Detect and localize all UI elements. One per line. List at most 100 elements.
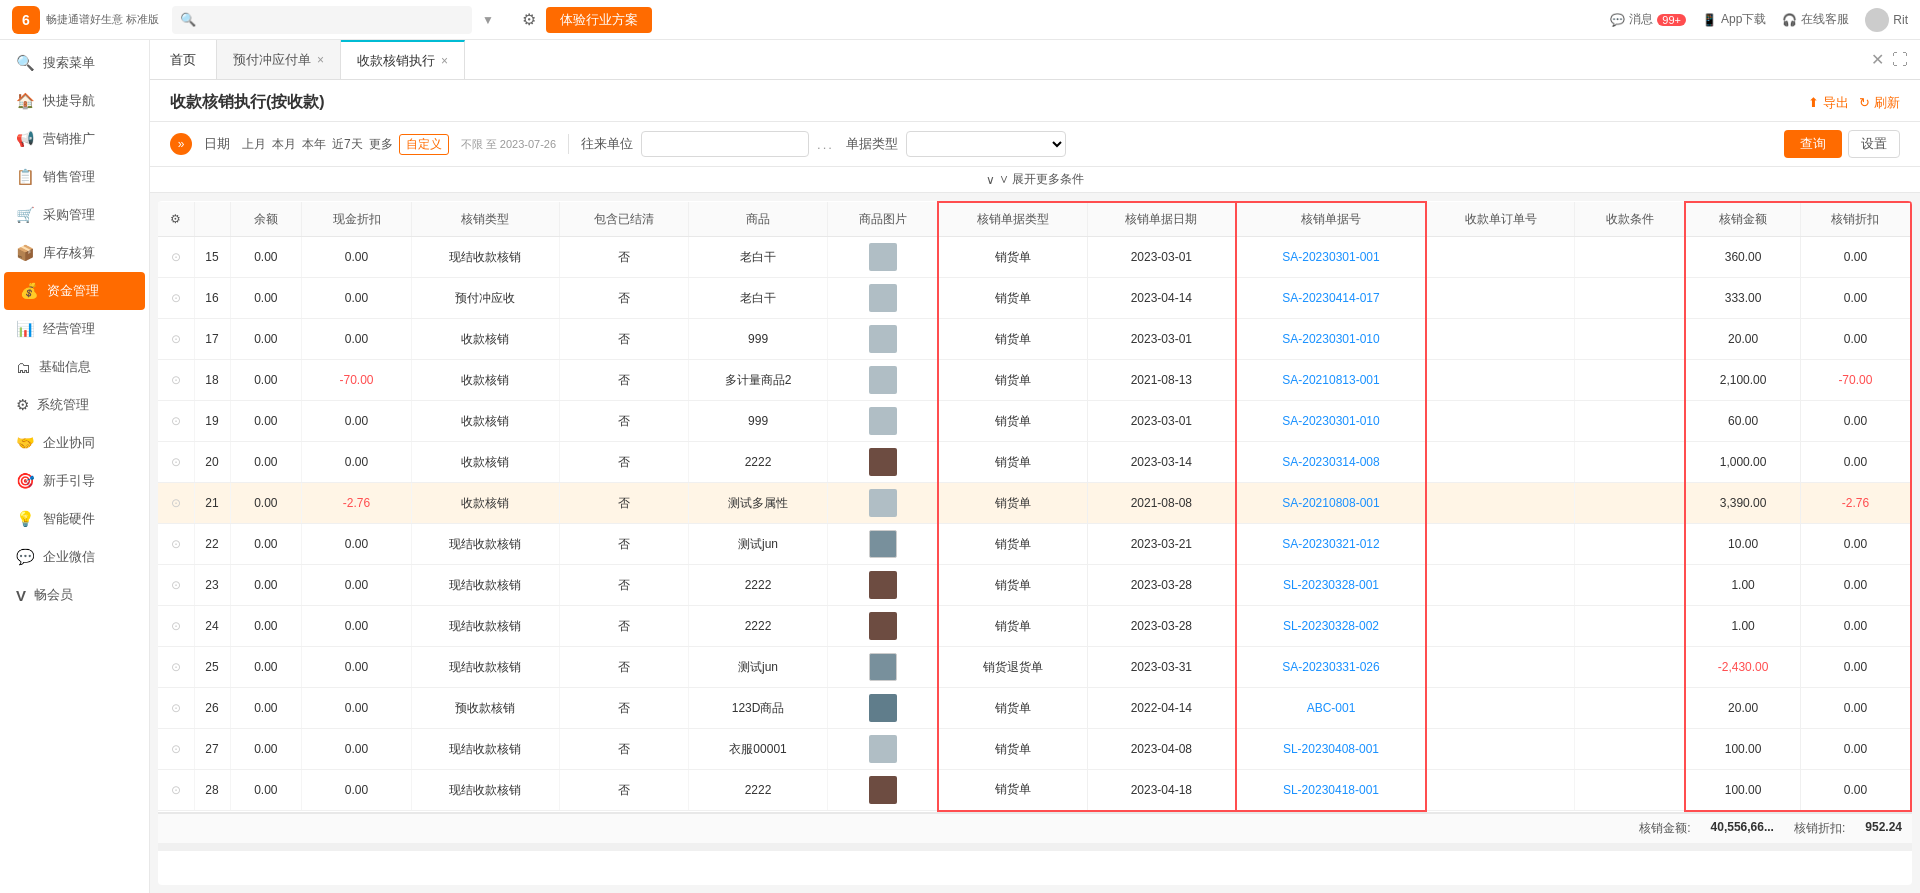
td-verify-bill-no[interactable]: SA-20210808-001 xyxy=(1236,483,1426,524)
td-verify-type: 现结收款核销 xyxy=(411,647,559,688)
maximize-icon[interactable]: ⛶ xyxy=(1892,51,1908,69)
sidebar-item-inventory[interactable]: 📦 库存核算 xyxy=(0,234,149,272)
sidebar-item-system[interactable]: ⚙ 系统管理 xyxy=(0,386,149,424)
tab-prepay-close[interactable]: × xyxy=(317,53,324,67)
sidebar-item-newbie[interactable]: 🎯 新手引导 xyxy=(0,462,149,500)
td-verify-type: 收款核销 xyxy=(411,442,559,483)
search-input[interactable] xyxy=(200,13,464,27)
settings-gear-icon[interactable]: ⚙ xyxy=(522,10,536,29)
sidebar-item-operations[interactable]: 📊 经营管理 xyxy=(0,310,149,348)
td-verify-amount: 20.00 xyxy=(1685,319,1800,360)
sidebar-item-sales[interactable]: 📋 销售管理 xyxy=(0,158,149,196)
verify-bill-no-link[interactable]: SA-20230414-017 xyxy=(1282,291,1379,305)
sidebar-item-marketing[interactable]: 📢 营销推广 xyxy=(0,120,149,158)
verify-bill-no-link[interactable]: SA-20230301-001 xyxy=(1282,250,1379,264)
verify-bill-no-link[interactable]: SL-20230328-001 xyxy=(1283,578,1379,592)
td-verify-amount: 333.00 xyxy=(1685,278,1800,319)
td-cash-discount: 0.00 xyxy=(302,688,412,729)
date-option-more[interactable]: 更多 xyxy=(369,136,393,153)
verify-bill-no-link[interactable]: SA-20230331-026 xyxy=(1282,660,1379,674)
date-custom-btn[interactable]: 自定义 xyxy=(399,134,449,155)
tab-home[interactable]: 首页 xyxy=(150,40,217,79)
user-profile[interactable]: Rit xyxy=(1865,8,1908,32)
verify-bill-no-link[interactable]: SA-20210808-001 xyxy=(1282,496,1379,510)
tab-receipt-close[interactable]: × xyxy=(441,54,448,68)
column-settings-icon[interactable]: ⚙ xyxy=(170,212,181,226)
sidebar-item-collab[interactable]: 🤝 企业协同 xyxy=(0,424,149,462)
td-verify-bill-no[interactable]: SA-20230314-008 xyxy=(1236,442,1426,483)
td-verify-bill-no[interactable]: SA-20230321-012 xyxy=(1236,524,1426,565)
voucher-type-label: 单据类型 xyxy=(846,135,898,153)
sidebar-item-hardware[interactable]: 💡 智能硬件 xyxy=(0,500,149,538)
td-verify-bill-no[interactable]: SL-20230328-002 xyxy=(1236,606,1426,647)
table-row: ⊙ 24 0.00 0.00 现结收款核销 否 2222 销货单 2023-03… xyxy=(158,606,1911,647)
td-verify-bill-no[interactable]: SL-20230408-001 xyxy=(1236,729,1426,770)
td-verify-bill-no[interactable]: SA-20230301-010 xyxy=(1236,401,1426,442)
td-settings: ⊙ xyxy=(158,524,194,565)
footer-verify-discount-total: 952.24 xyxy=(1865,820,1902,837)
date-option-this-year[interactable]: 本年 xyxy=(302,136,326,153)
inventory-icon: 📦 xyxy=(16,244,35,262)
td-receipt-condition xyxy=(1575,770,1686,811)
filter-bar: » 日期 上月 本月 本年 近7天 更多 自定义 不限 至 2023-07-26… xyxy=(150,122,1920,167)
voucher-type-select[interactable] xyxy=(906,131,1066,157)
query-btn[interactable]: 查询 xyxy=(1784,130,1842,158)
td-verify-bill-no[interactable]: SA-20210813-001 xyxy=(1236,360,1426,401)
expand-more-bar[interactable]: ∨ ∨ 展开更多条件 xyxy=(150,167,1920,193)
industry-btn[interactable]: 体验行业方案 xyxy=(546,7,652,33)
sidebar-item-quicknav[interactable]: 🏠 快捷导航 xyxy=(0,82,149,120)
messages-btn[interactable]: 💬 消息 99+ xyxy=(1610,11,1686,28)
expand-more-btn[interactable]: ∨ ∨ 展开更多条件 xyxy=(986,171,1084,188)
table-row: ⊙ 27 0.00 0.00 现结收款核销 否 衣服00001 销货单 2023… xyxy=(158,729,1911,770)
td-verify-bill-no[interactable]: SA-20230301-010 xyxy=(1236,319,1426,360)
td-verify-amount: 360.00 xyxy=(1685,237,1800,278)
td-receipt-order-no xyxy=(1426,483,1575,524)
scrollbar[interactable] xyxy=(158,843,1912,851)
td-verify-discount: 0.00 xyxy=(1800,319,1911,360)
top-search-bar[interactable]: 🔍 xyxy=(172,6,472,34)
date-option-this-month[interactable]: 本月 xyxy=(272,136,296,153)
verify-bill-no-link[interactable]: SA-20230301-010 xyxy=(1282,414,1379,428)
close-all-icon[interactable]: ✕ xyxy=(1871,50,1884,69)
td-verify-bill-no[interactable]: SA-20230301-001 xyxy=(1236,237,1426,278)
settings-btn[interactable]: 设置 xyxy=(1848,130,1900,158)
th-settings[interactable]: ⚙ xyxy=(158,202,194,237)
td-verify-bill-no[interactable]: SL-20230328-001 xyxy=(1236,565,1426,606)
dropdown-arrow[interactable]: ▼ xyxy=(482,13,512,27)
verify-bill-no-link[interactable]: SA-20230314-008 xyxy=(1282,455,1379,469)
td-verify-bill-no[interactable]: ABC-001 xyxy=(1236,688,1426,729)
td-cash-discount: 0.00 xyxy=(302,524,412,565)
verify-bill-no-link[interactable]: SL-20230408-001 xyxy=(1283,742,1379,756)
sidebar-item-wechat[interactable]: 💬 企业微信 xyxy=(0,538,149,576)
td-verify-bill-no[interactable]: SL-20230418-001 xyxy=(1236,770,1426,811)
date-option-7days[interactable]: 近7天 xyxy=(332,136,363,153)
verify-bill-no-link[interactable]: SA-20210813-001 xyxy=(1282,373,1379,387)
refresh-btn[interactable]: ↻ 刷新 xyxy=(1859,94,1900,112)
td-product-image xyxy=(828,237,939,278)
sidebar-item-vip[interactable]: V 畅会员 xyxy=(0,576,149,614)
tab-prepay[interactable]: 预付冲应付单 × xyxy=(217,40,341,79)
verify-bill-no-link[interactable]: ABC-001 xyxy=(1307,701,1356,715)
export-btn[interactable]: ⬆ 导出 xyxy=(1808,94,1849,112)
online-service-btn[interactable]: 🎧 在线客服 xyxy=(1782,11,1849,28)
app-download-btn[interactable]: 📱 App下载 xyxy=(1702,11,1766,28)
sidebar-item-basic-info[interactable]: 🗂 基础信息 xyxy=(0,348,149,386)
partner-input[interactable] xyxy=(641,131,809,157)
verify-bill-no-link[interactable]: SL-20230328-002 xyxy=(1283,619,1379,633)
tab-receipt-verify[interactable]: 收款核销执行 × xyxy=(341,40,465,79)
tab-bar: 首页 预付冲应付单 × 收款核销执行 × ✕ ⛶ xyxy=(150,40,1920,80)
td-verify-bill-no[interactable]: SA-20230331-026 xyxy=(1236,647,1426,688)
td-include-settled: 否 xyxy=(559,360,688,401)
sidebar-item-purchase[interactable]: 🛒 采购管理 xyxy=(0,196,149,234)
sidebar-item-finance[interactable]: 💰 资金管理 xyxy=(4,272,145,310)
date-option-last-month[interactable]: 上月 xyxy=(242,136,266,153)
td-verify-bill-no[interactable]: SA-20230414-017 xyxy=(1236,278,1426,319)
verify-bill-no-link[interactable]: SA-20230301-010 xyxy=(1282,332,1379,346)
data-table-container[interactable]: ⚙ 余额 现金折扣 核销类型 包含已结清 商品 商品图片 核销单据类型 核销单据… xyxy=(158,201,1912,885)
filter-expand-arrow[interactable]: » xyxy=(170,133,192,155)
td-cash-discount: 0.00 xyxy=(302,729,412,770)
td-product: 2222 xyxy=(688,770,828,811)
verify-bill-no-link[interactable]: SL-20230418-001 xyxy=(1283,783,1379,797)
verify-bill-no-link[interactable]: SA-20230321-012 xyxy=(1282,537,1379,551)
sidebar-item-search[interactable]: 🔍 搜索菜单 xyxy=(0,44,149,82)
